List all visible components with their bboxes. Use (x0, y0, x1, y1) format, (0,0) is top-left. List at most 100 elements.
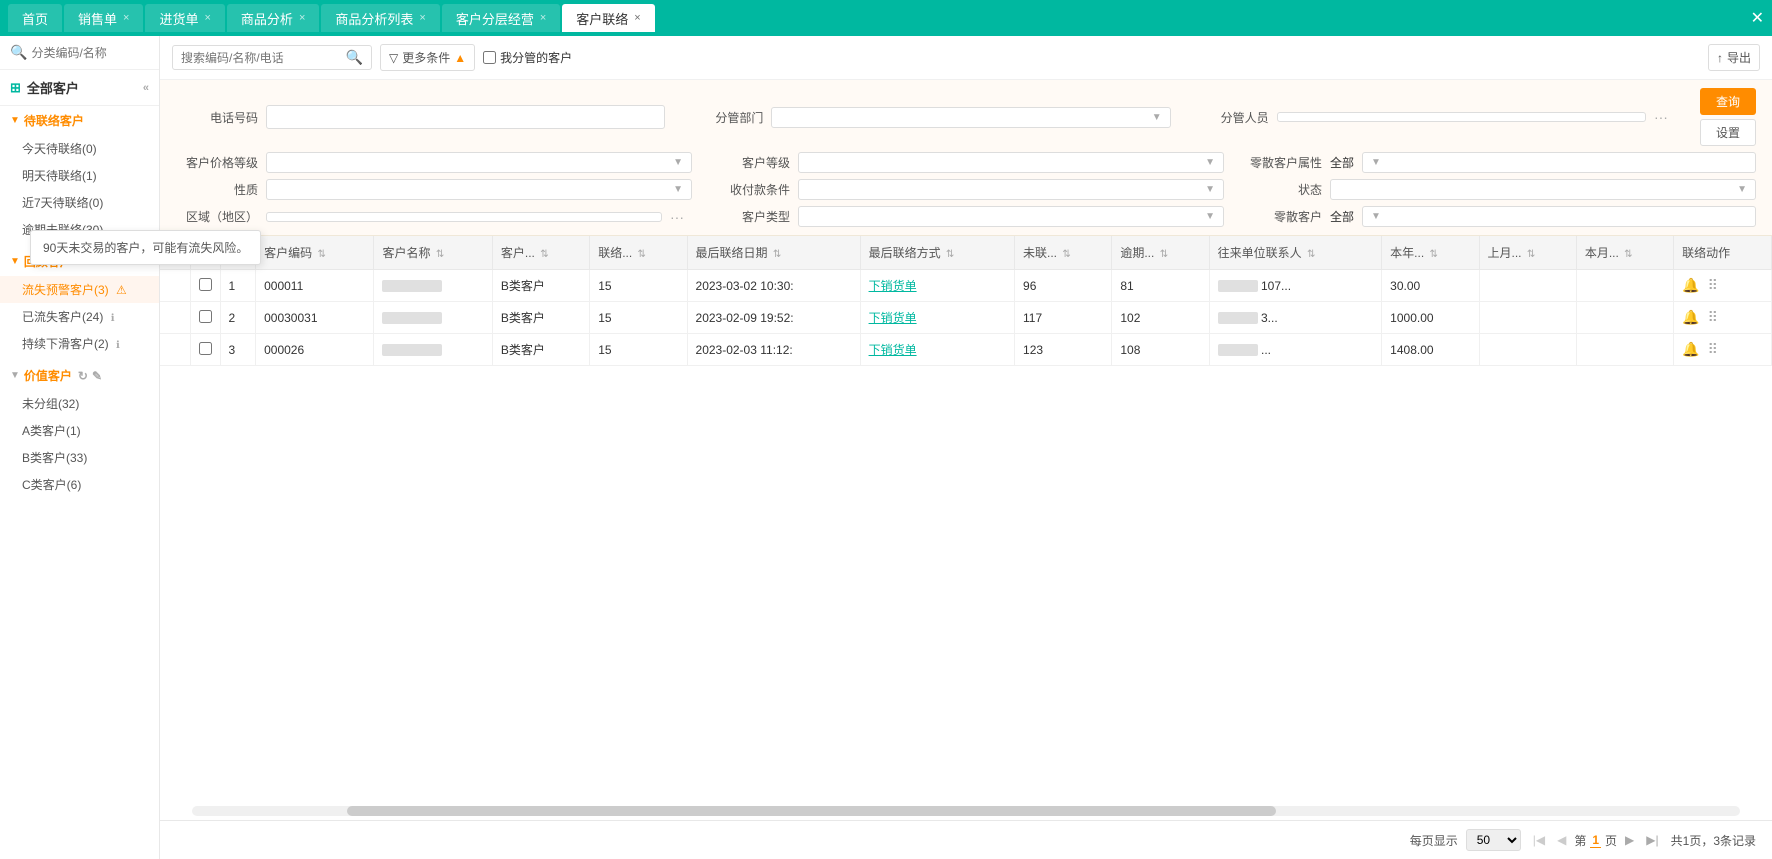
tab-analysis-close[interactable]: × (299, 12, 305, 24)
search-input[interactable] (181, 51, 342, 65)
filter-customer-type-select[interactable]: ▼ (798, 206, 1224, 227)
action-contact-icon[interactable]: 🔔 (1682, 341, 1699, 358)
filter-customer-grade-select[interactable]: ▼ (798, 152, 1224, 173)
filter-region-select[interactable] (266, 212, 662, 222)
row-customer-type: B类客户 (492, 334, 589, 366)
first-page-btn[interactable]: |◀ (1529, 831, 1549, 849)
col-this-month[interactable]: 本月... ⇅ (1576, 236, 1673, 270)
filter-zero-attr-select[interactable]: ▼ (1362, 152, 1756, 173)
col-contact-count[interactable]: 联络... ⇅ (590, 236, 687, 270)
tab-bar-close-button[interactable]: ✕ (1751, 8, 1764, 28)
action-more-icon[interactable]: ⠿ (1708, 277, 1718, 294)
tab-customer-tier-close[interactable]: × (540, 12, 546, 24)
refresh-icon-value[interactable]: ↻ (78, 369, 88, 383)
chevron-down-icon-zero-attr: ▼ (1371, 157, 1381, 168)
filter-status-select[interactable]: ▼ (1330, 179, 1756, 200)
action-more-icon[interactable]: ⠿ (1708, 341, 1718, 358)
query-btn[interactable]: 查询 (1700, 88, 1756, 115)
filter-phone-input[interactable] (266, 105, 665, 129)
filter-nature-select[interactable]: ▼ (266, 179, 692, 200)
action-contact-icon[interactable]: 🔔 (1682, 309, 1699, 326)
tab-purchase-close[interactable]: × (204, 12, 210, 24)
my-customer-checkbox-wrap[interactable]: 我分管的客户 (483, 49, 572, 66)
tab-analysis-list-close[interactable]: × (419, 12, 425, 24)
filter-panel: 电话号码 分管部门 ▼ 分管人员 ··· (160, 80, 1772, 236)
more-conditions-btn[interactable]: ▽ 更多条件 ▲ (380, 44, 475, 71)
filter-staff-select[interactable] (1277, 112, 1646, 122)
sidebar-section-value[interactable]: ▼ 价值客户 ↻ ✎ (0, 361, 159, 390)
sidebar-search-input[interactable] (31, 46, 149, 60)
filter-region-more[interactable]: ··· (662, 209, 692, 225)
col-uncontacted[interactable]: 未联... ⇅ (1015, 236, 1112, 270)
chevron-down-icon-zero-cust: ▼ (1371, 211, 1381, 222)
filter-payment-select[interactable]: ▼ (798, 179, 1224, 200)
row-this-year: 1408.00 (1382, 334, 1479, 366)
sidebar-item-tomorrow-pending[interactable]: 明天待联络(1) (0, 162, 159, 189)
tab-home[interactable]: 首页 (8, 4, 62, 32)
horizontal-scrollbar-area[interactable] (160, 802, 1772, 820)
row-last-contact-method[interactable]: 下销货单 (860, 334, 1014, 366)
row-last-contact-method[interactable]: 下销货单 (860, 270, 1014, 302)
sidebar-all-customers[interactable]: ⊞ 全部客户 « (0, 70, 159, 106)
arrow-icon-pending: ▼ (10, 115, 20, 126)
row-last-contact-date: 2023-02-03 11:12: (687, 334, 860, 366)
chevron-down-icon-price: ▼ (673, 157, 683, 168)
tab-customer-contact-close[interactable]: × (634, 12, 640, 24)
sidebar-item-b-class[interactable]: B类客户(33) (0, 444, 159, 471)
col-last-contact-method[interactable]: 最后联络方式 ⇅ (860, 236, 1014, 270)
tab-analysis[interactable]: 商品分析 × (227, 4, 319, 32)
row-checkbox[interactable] (199, 342, 212, 355)
next-page-btn[interactable]: ▶ (1621, 831, 1638, 849)
row-checkbox[interactable] (199, 310, 212, 323)
row-checkbox[interactable] (199, 278, 212, 291)
horizontal-scrollbar[interactable] (192, 806, 1740, 816)
tab-purchase-label: 进货单 (159, 9, 198, 28)
col-name[interactable]: 客户名称 ⇅ (374, 236, 492, 270)
last-page-btn[interactable]: ▶| (1642, 831, 1662, 849)
filter-dept-select[interactable]: ▼ (771, 107, 1170, 128)
sidebar-item-churn-warning[interactable]: 流失预警客户(3) ⚠ (0, 276, 159, 303)
per-page-select[interactable]: 50 100 (1466, 829, 1521, 851)
col-last-month[interactable]: 上月... ⇅ (1479, 236, 1576, 270)
info-icon: ℹ (111, 313, 115, 324)
col-overdue[interactable]: 逾期... ⇅ (1112, 236, 1209, 270)
my-customer-checkbox[interactable] (483, 51, 496, 64)
sidebar-item-a-class[interactable]: A类客户(1) (0, 417, 159, 444)
tab-analysis-list[interactable]: 商品分析列表 × (321, 4, 439, 32)
chevron-down-icon-nature: ▼ (673, 184, 683, 195)
tab-sales-close[interactable]: × (123, 12, 129, 24)
row-last-contact-method[interactable]: 下销货单 (860, 302, 1014, 334)
sidebar-item-churned[interactable]: 已流失客户(24) ℹ (0, 303, 159, 330)
edit-icon-value[interactable]: ✎ (92, 369, 102, 383)
col-customer-type[interactable]: 客户... ⇅ (492, 236, 589, 270)
tab-sales[interactable]: 销售单 × (64, 4, 143, 32)
sidebar-item-unclassified[interactable]: 未分组(32) (0, 390, 159, 417)
sidebar-section-pending[interactable]: ▼ 待联络客户 (0, 106, 159, 135)
tab-purchase[interactable]: 进货单 × (145, 4, 224, 32)
filter-field-nature: 性质 ▼ (176, 179, 692, 200)
filter-row-3: 性质 ▼ 收付款条件 ▼ 状态 (176, 179, 1756, 200)
sidebar-item-declining[interactable]: 持续下滑客户(2) ℹ (0, 330, 159, 357)
filter-field-customer-type: 客户类型 ▼ (708, 206, 1224, 227)
action-more-icon[interactable]: ⠿ (1708, 309, 1718, 326)
col-this-year[interactable]: 本年... ⇅ (1382, 236, 1479, 270)
action-contact-icon[interactable]: 🔔 (1682, 277, 1699, 294)
warning-icon: ⚠ (116, 283, 127, 297)
sidebar-item-c-class[interactable]: C类客户(6) (0, 471, 159, 498)
tab-customer-tier[interactable]: 客户分层经营 × (442, 4, 560, 32)
row-uncontacted: 117 (1015, 302, 1112, 334)
col-last-contact-date[interactable]: 最后联络日期 ⇅ (687, 236, 860, 270)
sidebar-group-pending: ▼ 待联络客户 今天待联络(0) 明天待联络(1) 近7天待联络(0) 逾期未联… (0, 106, 159, 243)
export-btn[interactable]: ↑ 导出 (1708, 44, 1760, 71)
settings-btn[interactable]: 设置 (1700, 119, 1756, 146)
sidebar-item-today-pending[interactable]: 今天待联络(0) (0, 135, 159, 162)
sidebar-item-7days-pending[interactable]: 近7天待联络(0) (0, 189, 159, 216)
col-contact-person[interactable]: 往来单位联系人 ⇅ (1209, 236, 1382, 270)
filter-zero-customer-select[interactable]: ▼ (1362, 206, 1756, 227)
search-submit-icon[interactable]: 🔍 (346, 49, 363, 66)
col-code[interactable]: 客户编码 ⇅ (256, 236, 374, 270)
filter-price-grade-select[interactable]: ▼ (266, 152, 692, 173)
filter-staff-more[interactable]: ··· (1646, 109, 1676, 125)
tab-customer-contact[interactable]: 客户联络 × (562, 4, 654, 32)
prev-page-btn[interactable]: ◀ (1553, 831, 1570, 849)
